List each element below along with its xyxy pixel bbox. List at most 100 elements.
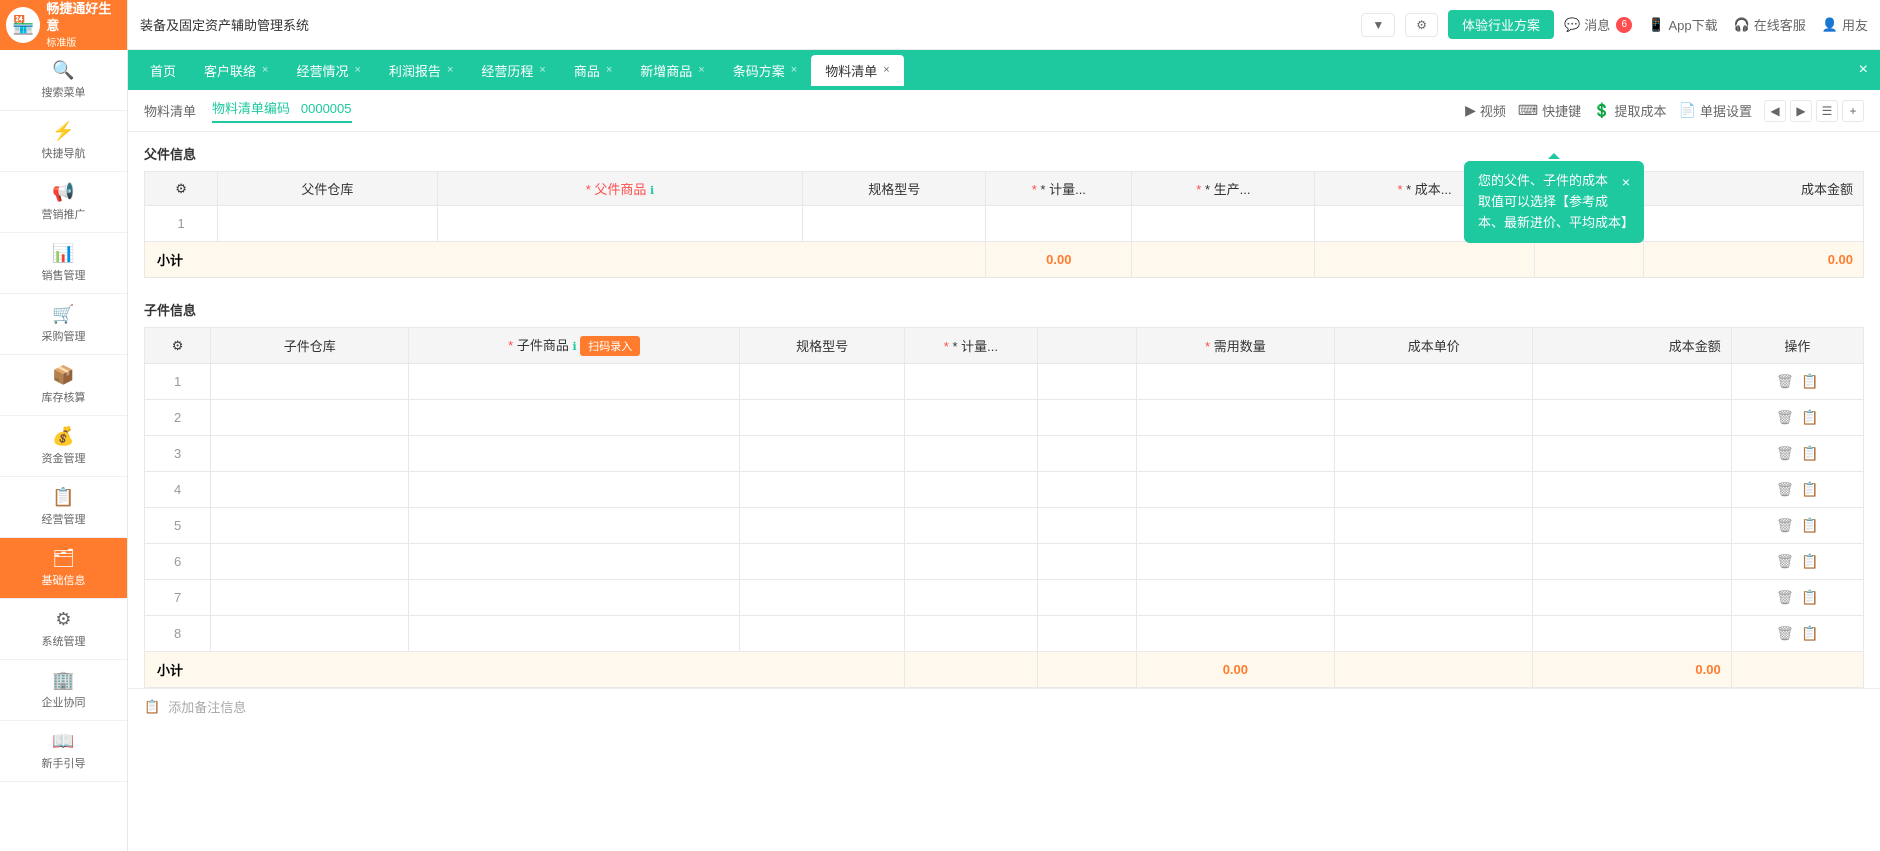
child-row-3-amount[interactable] [1533, 436, 1731, 472]
tab-goods-close[interactable]: × [606, 64, 612, 76]
copy-icon-7[interactable]: 📋 [1801, 589, 1818, 605]
copy-icon-4[interactable]: 📋 [1801, 481, 1818, 497]
tooltip-close-btn[interactable]: × [1622, 171, 1630, 193]
child-row-1-warehouse[interactable] [211, 364, 409, 400]
child-row-2-price[interactable] [1335, 400, 1533, 436]
tab-barcode-close[interactable]: × [791, 64, 797, 76]
sidebar-item-guide[interactable]: 📖新手引导 [0, 721, 127, 782]
tab-customers[interactable]: 客户联络× [190, 55, 282, 86]
child-row-2-warehouse[interactable] [211, 400, 409, 436]
child-row-4-amount[interactable] [1533, 472, 1731, 508]
child-row-7-unit[interactable] [905, 580, 1037, 616]
list-view-btn[interactable]: ☰ [1816, 100, 1838, 122]
sidebar-item-quick-nav[interactable]: ⚡快捷导航 [0, 111, 127, 172]
child-row-2-unit[interactable] [905, 400, 1037, 436]
child-row-8-unit[interactable] [905, 616, 1037, 652]
child-row-4-warehouse[interactable] [211, 472, 409, 508]
tab-barcode[interactable]: 条码方案× [719, 55, 811, 86]
tab-new-goods-close[interactable]: × [698, 64, 704, 76]
tab-operation-status-close[interactable]: × [354, 64, 360, 76]
child-row-8-price[interactable] [1335, 616, 1533, 652]
child-row-3-warehouse[interactable] [211, 436, 409, 472]
child-row-8-amount[interactable] [1533, 616, 1731, 652]
settings-btn[interactable]: ⚙ [1405, 13, 1438, 37]
tab-operation-status[interactable]: 经营情况× [282, 55, 374, 86]
child-row-7-product[interactable] [409, 580, 740, 616]
child-row-5-unit[interactable] [905, 508, 1037, 544]
online-service-btn[interactable]: 🎧 在线客服 [1734, 15, 1806, 34]
tab-customers-close[interactable]: × [262, 64, 268, 76]
child-row-4-product[interactable] [409, 472, 740, 508]
child-row-7-amount[interactable] [1533, 580, 1731, 616]
system-dropdown-btn[interactable]: ▼ [1361, 13, 1395, 37]
close-all-tabs-btn[interactable]: × [1855, 57, 1872, 83]
child-row-3-price[interactable] [1335, 436, 1533, 472]
parent-row-1-product[interactable] [437, 206, 803, 242]
tab-profit-report[interactable]: 利润报告× [375, 55, 467, 86]
add-row-btn[interactable]: + [1842, 100, 1864, 122]
tab-goods[interactable]: 商品× [560, 55, 626, 86]
tab-home[interactable]: 首页 [136, 55, 190, 86]
delete-icon-8[interactable]: 🗑 [1776, 625, 1794, 641]
view-btn[interactable]: ▶ 视频 [1465, 101, 1506, 120]
copy-icon-1[interactable]: 📋 [1801, 373, 1818, 389]
parent-row-1-production[interactable] [1132, 206, 1315, 242]
child-row-2-spec[interactable] [740, 400, 905, 436]
delete-icon-2[interactable]: 🗑 [1776, 409, 1794, 425]
child-row-2-qty[interactable] [1136, 400, 1334, 436]
app-download-btn[interactable]: 📱 App下载 [1648, 15, 1717, 34]
sidebar-item-marketing[interactable]: 📢营销推广 [0, 172, 127, 233]
child-row-2-amount[interactable] [1533, 400, 1731, 436]
user-btn[interactable]: 👤 用友 [1822, 15, 1868, 34]
sidebar-item-system[interactable]: ⚙系统管理 [0, 599, 127, 660]
delete-icon-1[interactable]: 🗑 [1776, 373, 1794, 389]
child-row-4-spec[interactable] [740, 472, 905, 508]
sidebar-item-basic[interactable]: 🗂基础信息 [0, 538, 127, 599]
tab-material-list[interactable]: 物料清单× [811, 55, 903, 86]
child-row-1-amount[interactable] [1533, 364, 1731, 400]
copy-icon-8[interactable]: 📋 [1801, 625, 1818, 641]
child-row-7-qty[interactable] [1136, 580, 1334, 616]
child-row-5-price[interactable] [1335, 508, 1533, 544]
child-row-7-price[interactable] [1335, 580, 1533, 616]
child-row-5-qty[interactable] [1136, 508, 1334, 544]
delete-icon-3[interactable]: 🗑 [1776, 445, 1794, 461]
child-row-6-warehouse[interactable] [211, 544, 409, 580]
notes-hint[interactable]: 添加备注信息 [168, 697, 246, 716]
sidebar-item-purchase[interactable]: 🛒采购管理 [0, 294, 127, 355]
copy-icon-3[interactable]: 📋 [1801, 445, 1818, 461]
settings-doc-btn[interactable]: 📄 单据设置 [1679, 101, 1752, 120]
parent-row-1-warehouse[interactable] [218, 206, 437, 242]
tab-operation-history-close[interactable]: × [539, 64, 545, 76]
parent-row-1-unit[interactable] [986, 206, 1132, 242]
parent-col-settings[interactable]: ⚙ [145, 172, 218, 206]
cost-btn[interactable]: 💲 提取成本 [1593, 101, 1666, 120]
experience-btn[interactable]: 体验行业方案 [1448, 10, 1554, 39]
child-row-5-warehouse[interactable] [211, 508, 409, 544]
breadcrumb-material-list[interactable]: 物料清单 [144, 101, 196, 120]
message-btn[interactable]: 💬 消息 6 [1564, 15, 1632, 34]
child-row-3-spec[interactable] [740, 436, 905, 472]
tab-new-goods[interactable]: 新增商品× [626, 55, 718, 86]
child-row-8-product[interactable] [409, 616, 740, 652]
sidebar-item-inventory[interactable]: 📦库存核算 [0, 355, 127, 416]
child-row-4-price[interactable] [1335, 472, 1533, 508]
prev-page-btn[interactable]: ◀ [1764, 100, 1786, 122]
child-row-6-amount[interactable] [1533, 544, 1731, 580]
child-row-7-warehouse[interactable] [211, 580, 409, 616]
parent-row-1-spec[interactable] [803, 206, 986, 242]
child-row-3-product[interactable] [409, 436, 740, 472]
child-row-6-price[interactable] [1335, 544, 1533, 580]
delete-icon-4[interactable]: 🗑 [1776, 481, 1794, 497]
child-row-6-unit[interactable] [905, 544, 1037, 580]
sidebar-item-operation[interactable]: 📋经营管理 [0, 477, 127, 538]
copy-icon-5[interactable]: 📋 [1801, 517, 1818, 533]
child-row-1-product[interactable] [409, 364, 740, 400]
sidebar-item-search[interactable]: 🔍搜索菜单 [0, 50, 127, 111]
sidebar-item-finance[interactable]: 💰资金管理 [0, 416, 127, 477]
child-row-8-qty[interactable] [1136, 616, 1334, 652]
child-row-1-spec[interactable] [740, 364, 905, 400]
child-row-4-unit[interactable] [905, 472, 1037, 508]
tab-material-list-close[interactable]: × [883, 64, 889, 76]
child-row-6-qty[interactable] [1136, 544, 1334, 580]
